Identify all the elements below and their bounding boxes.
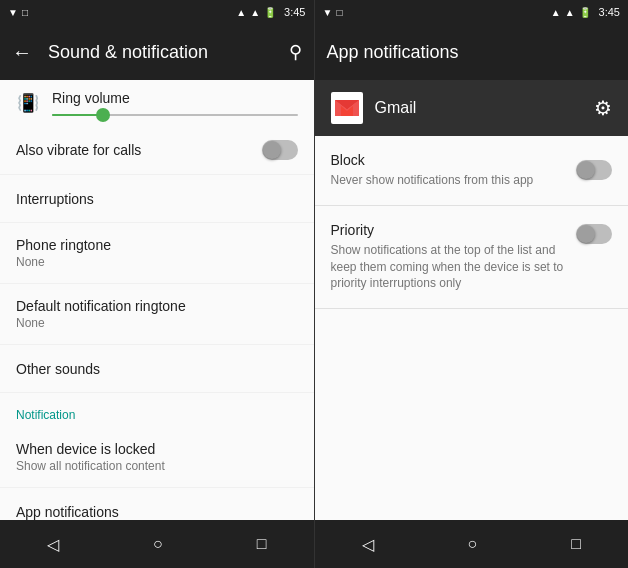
right-app-bar-title: App notifications — [327, 42, 617, 63]
priority-setting-text: Priority Show notifications at the top o… — [331, 222, 569, 292]
priority-toggle-thumb — [577, 225, 595, 243]
notification-header-text: Notification — [16, 408, 75, 422]
default-notification-title: Default notification ringtone — [16, 298, 298, 314]
ring-volume-row: 📳 Ring volume — [0, 80, 314, 126]
left-status-right: ▲ ▲ 🔋 3:45 — [236, 6, 305, 18]
priority-toggle[interactable] — [576, 224, 612, 244]
default-notification-text: Default notification ringtone None — [16, 298, 298, 330]
phone-ringtone-setting[interactable]: Phone ringtone None — [0, 223, 314, 284]
home-nav-button[interactable]: ○ — [137, 527, 179, 561]
right-status-bar: ▼ □ ▲ ▲ 🔋 3:45 — [315, 0, 629, 24]
right-status-icons: ▼ □ — [323, 7, 343, 18]
gmail-icon — [331, 92, 363, 124]
left-content: 📳 Ring volume Also vibrate for calls Int… — [0, 80, 314, 520]
device-locked-subtitle: Show all notification content — [16, 459, 298, 473]
wifi-icon: ▲ — [236, 7, 246, 18]
right-screen: ▼ □ ▲ ▲ 🔋 3:45 App notifications Gmail ⚙ — [315, 0, 629, 568]
vibrate-toggle-thumb — [263, 141, 281, 159]
block-toggle-thumb — [577, 161, 595, 179]
device-locked-text: When device is locked Show all notificat… — [16, 441, 298, 473]
interruptions-setting[interactable]: Interruptions — [0, 175, 314, 223]
phone-ringtone-text: Phone ringtone None — [16, 237, 298, 269]
left-status-bar: ▼ □ ▲ ▲ 🔋 3:45 — [0, 0, 314, 24]
battery-icon: 🔋 — [264, 7, 276, 18]
right-content: Block Never show notifications from this… — [315, 136, 629, 520]
vibrate-toggle[interactable] — [262, 140, 298, 160]
device-locked-setting[interactable]: When device is locked Show all notificat… — [0, 427, 314, 488]
notification-section-header: Notification — [0, 393, 314, 427]
left-screen: ▼ □ ▲ ▲ 🔋 3:45 ← Sound & notification ⚲ … — [0, 0, 314, 568]
right-signal-icon: ▲ — [565, 7, 575, 18]
signal-icon: ▲ — [250, 7, 260, 18]
search-button[interactable]: ⚲ — [289, 41, 302, 63]
other-sounds-title: Other sounds — [16, 361, 298, 377]
right-sim-icon: □ — [336, 7, 342, 18]
gmail-name-label: Gmail — [375, 99, 583, 117]
volume-slider-fill — [52, 114, 101, 116]
right-notification-icon: ▼ — [323, 7, 333, 18]
gmail-header-row: Gmail ⚙ — [315, 80, 629, 136]
app-notifications-title: App notifications — [16, 504, 298, 520]
block-setting-text: Block Never show notifications from this… — [331, 152, 569, 189]
priority-title: Priority — [331, 222, 569, 238]
other-sounds-text: Other sounds — [16, 361, 298, 377]
back-nav-button[interactable]: ◁ — [31, 527, 75, 562]
default-notification-setting[interactable]: Default notification ringtone None — [0, 284, 314, 345]
right-status-right: ▲ ▲ 🔋 3:45 — [551, 6, 620, 18]
vibrate-title: Also vibrate for calls — [16, 142, 262, 158]
block-desc: Never show notifications from this app — [331, 172, 569, 189]
ring-volume-label: Ring volume — [52, 90, 298, 106]
right-time: 3:45 — [599, 6, 620, 18]
right-nav-bar: ◁ ○ □ — [315, 520, 629, 568]
priority-desc: Show notifications at the top of the lis… — [331, 242, 569, 292]
app-notifications-setting[interactable]: App notifications — [0, 488, 314, 520]
right-back-nav-button[interactable]: ◁ — [346, 527, 390, 562]
device-locked-title: When device is locked — [16, 441, 298, 457]
back-button[interactable]: ← — [12, 41, 32, 64]
vibrate-setting[interactable]: Also vibrate for calls — [0, 126, 314, 175]
phone-ringtone-title: Phone ringtone — [16, 237, 298, 253]
gmail-settings-icon[interactable]: ⚙ — [594, 96, 612, 120]
other-sounds-setting[interactable]: Other sounds — [0, 345, 314, 393]
right-home-nav-button[interactable]: ○ — [452, 527, 494, 561]
volume-slider-track[interactable] — [52, 114, 298, 116]
sim-icon: □ — [22, 7, 28, 18]
vibrate-text: Also vibrate for calls — [16, 142, 262, 158]
left-app-bar: ← Sound & notification ⚲ — [0, 24, 314, 80]
left-nav-bar: ◁ ○ □ — [0, 520, 314, 568]
phone-ringtone-subtitle: None — [16, 255, 298, 269]
right-wifi-icon: ▲ — [551, 7, 561, 18]
priority-setting[interactable]: Priority Show notifications at the top o… — [315, 206, 629, 309]
right-battery-icon: 🔋 — [579, 7, 591, 18]
block-setting[interactable]: Block Never show notifications from this… — [315, 136, 629, 206]
volume-icon: 📳 — [16, 92, 40, 114]
app-bar-title: Sound & notification — [48, 42, 273, 63]
notification-icon: ▼ — [8, 7, 18, 18]
volume-content: Ring volume — [52, 90, 298, 116]
left-status-icons: ▼ □ — [8, 7, 28, 18]
block-toggle[interactable] — [576, 160, 612, 180]
right-recents-nav-button[interactable]: □ — [555, 527, 597, 561]
right-app-bar: App notifications — [315, 24, 629, 80]
default-notification-subtitle: None — [16, 316, 298, 330]
time-left: 3:45 — [284, 6, 305, 18]
recents-nav-button[interactable]: □ — [241, 527, 283, 561]
app-notifications-text: App notifications — [16, 504, 298, 520]
interruptions-text: Interruptions — [16, 191, 298, 207]
volume-slider-thumb — [96, 108, 110, 122]
interruptions-title: Interruptions — [16, 191, 298, 207]
block-title: Block — [331, 152, 569, 168]
